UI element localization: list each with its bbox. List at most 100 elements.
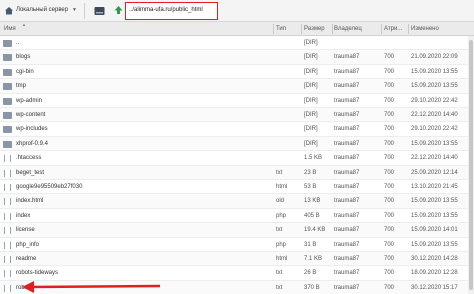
file-row-htaccess[interactable]: .htaccess 1.5 KB trauma87 700 22.12.2020… bbox=[0, 151, 468, 166]
file-size: 405 B bbox=[304, 212, 320, 219]
file-row-index-html[interactable]: index.html old 13 KB trauma87 700 15.09.… bbox=[0, 194, 468, 209]
folder-icon bbox=[3, 40, 12, 47]
column-divider[interactable] bbox=[301, 24, 302, 34]
column-divider[interactable] bbox=[273, 24, 274, 34]
file-size: 7.1 KB bbox=[304, 256, 323, 262]
toolbar: Локальный сервер ▼ ../alimma-ufa.ru/publ… bbox=[0, 0, 474, 22]
file-size: [DIR] bbox=[304, 97, 318, 104]
file-perms: 700 bbox=[384, 212, 395, 219]
file-type bbox=[276, 94, 300, 108]
file-size: [DIR] bbox=[304, 68, 318, 75]
file-row-beget-test[interactable]: beget_test txt 23 B trauma87 700 25.09.2… bbox=[0, 165, 468, 180]
upload-icon[interactable] bbox=[113, 5, 124, 16]
file-row-readme[interactable]: readme html 7.1 KB trauma87 700 30.12.20… bbox=[0, 252, 468, 267]
file-date: 29.10.2020 22:42 bbox=[411, 97, 458, 104]
file-row-parent[interactable]: .. [DIR] bbox=[0, 36, 468, 51]
file-name: license bbox=[16, 227, 35, 234]
folder-icon bbox=[3, 54, 12, 62]
column-header-perms[interactable]: Атри... bbox=[384, 22, 406, 36]
chevron-down-icon[interactable]: ▼ bbox=[72, 7, 77, 13]
file-row-robots-tideways[interactable]: robots-tideways txt 26 B trauma87 700 18… bbox=[0, 266, 468, 281]
file-row-blogs[interactable]: blogs [DIR] trauma87 700 21.09.2020 22:0… bbox=[0, 50, 468, 65]
file-row-cgi-bin[interactable]: cgi-bin [DIR] trauma87 700 15.09.2020 13… bbox=[0, 65, 468, 80]
scrollbar-thumb[interactable] bbox=[469, 40, 473, 290]
file-row-xhprof[interactable]: xhprof-0.9.4 [DIR] trauma87 700 15.09.20… bbox=[0, 136, 468, 152]
file-date: 30.12.2020 14:28 bbox=[411, 256, 458, 262]
file-perms: 700 bbox=[384, 227, 395, 234]
file-row-google[interactable]: google9e95509eb27f030 html 53 B trauma87… bbox=[0, 180, 468, 195]
file-type bbox=[276, 122, 300, 136]
file-type: php bbox=[276, 212, 287, 219]
file-type: php bbox=[276, 241, 287, 248]
column-header-size[interactable]: Размер bbox=[304, 22, 332, 36]
folder-icon bbox=[3, 112, 12, 119]
folder-icon bbox=[3, 126, 12, 134]
file-icon bbox=[3, 270, 12, 278]
file-size: 19.4 KB bbox=[304, 227, 326, 234]
column-header-date[interactable]: Изменено bbox=[411, 22, 467, 36]
file-size: [DIR] bbox=[304, 40, 318, 46]
toolbar-divider bbox=[84, 3, 85, 19]
file-owner: trauma87 bbox=[334, 155, 360, 162]
home-icon[interactable] bbox=[4, 6, 14, 15]
file-type bbox=[276, 65, 300, 79]
column-header-owner[interactable]: Владелец bbox=[334, 22, 378, 36]
file-perms: 700 bbox=[384, 97, 395, 104]
file-date: 15.09.2020 14:01 bbox=[411, 227, 458, 234]
file-perms: 700 bbox=[384, 169, 395, 176]
file-date: 30.12.2020 15:17 bbox=[411, 284, 458, 291]
file-perms: 700 bbox=[384, 126, 395, 133]
file-row-index[interactable]: index php 405 B trauma87 700 15.09.2020 … bbox=[0, 209, 468, 224]
folder-icon bbox=[3, 68, 12, 76]
file-date: 22.12.2020 14:40 bbox=[411, 155, 458, 162]
file-size: 31 B bbox=[304, 241, 317, 248]
file-row-license[interactable]: license txt 19.4 KB trauma87 700 15.09.2… bbox=[0, 223, 468, 238]
file-size: 1.5 KB bbox=[304, 155, 323, 162]
file-name: google9e95509eb27f030 bbox=[16, 184, 83, 190]
column-divider[interactable] bbox=[381, 24, 382, 34]
file-date: 25.09.2020 12:14 bbox=[411, 169, 458, 176]
file-name: php_info bbox=[16, 241, 40, 248]
file-type: txt bbox=[276, 284, 283, 291]
file-owner: trauma87 bbox=[334, 83, 360, 90]
file-perms: 700 bbox=[384, 241, 395, 248]
file-owner: trauma87 bbox=[334, 126, 360, 133]
file-name: index bbox=[16, 212, 31, 219]
drive-icon[interactable] bbox=[94, 6, 105, 16]
file-icon bbox=[3, 241, 12, 249]
sort-asc-icon: ▲ bbox=[22, 22, 26, 27]
file-owner: trauma87 bbox=[334, 68, 360, 75]
file-type bbox=[276, 137, 300, 151]
file-icon bbox=[3, 256, 12, 263]
file-date: 15.09.2020 13:55 bbox=[411, 212, 458, 219]
file-name: wp-admin bbox=[16, 97, 43, 104]
file-row-robots[interactable]: robots txt 370 B trauma87 700 30.12.2020… bbox=[0, 280, 468, 294]
column-header-name[interactable]: Имя bbox=[4, 22, 24, 36]
server-selector-label[interactable]: Локальный сервер bbox=[16, 7, 68, 13]
file-icon bbox=[3, 184, 12, 191]
column-divider[interactable] bbox=[332, 24, 333, 34]
file-owner: trauma87 bbox=[334, 212, 360, 219]
file-row-php-info[interactable]: php_info php 31 B trauma87 700 15.09.202… bbox=[0, 238, 468, 252]
vertical-scrollbar[interactable] bbox=[468, 36, 474, 294]
file-perms: 700 bbox=[384, 184, 395, 190]
file-name: beget_test bbox=[16, 169, 45, 176]
file-size: [DIR] bbox=[304, 140, 318, 147]
file-type: txt bbox=[276, 270, 283, 277]
column-header-type[interactable]: Тип bbox=[276, 22, 300, 36]
file-size: [DIR] bbox=[304, 126, 318, 133]
file-row-wp-includes[interactable]: wp-includes [DIR] trauma87 700 29.10.202… bbox=[0, 122, 468, 137]
file-name: wp-content bbox=[16, 112, 46, 118]
file-list-header: Имя ▲ Тип Размер Владелец Атри... Измене… bbox=[0, 22, 474, 36]
file-row-tmp[interactable]: tmp [DIR] trauma87 700 15.09.2020 13:55 bbox=[0, 79, 468, 94]
file-owner: trauma87 bbox=[334, 140, 360, 147]
file-owner: trauma87 bbox=[334, 112, 360, 118]
path-input[interactable]: ../alimma-ufa.ru/public_html bbox=[125, 2, 218, 20]
file-row-wp-admin[interactable]: wp-admin [DIR] trauma87 700 29.10.2020 2… bbox=[0, 94, 468, 108]
file-date: 15.09.2020 13:55 bbox=[411, 140, 458, 147]
column-divider[interactable] bbox=[408, 24, 409, 34]
file-type: txt bbox=[276, 227, 283, 234]
file-name: readme bbox=[16, 256, 37, 262]
file-row-wp-content[interactable]: wp-content [DIR] trauma87 700 22.12.2020… bbox=[0, 108, 468, 123]
file-name: robots bbox=[16, 284, 33, 291]
